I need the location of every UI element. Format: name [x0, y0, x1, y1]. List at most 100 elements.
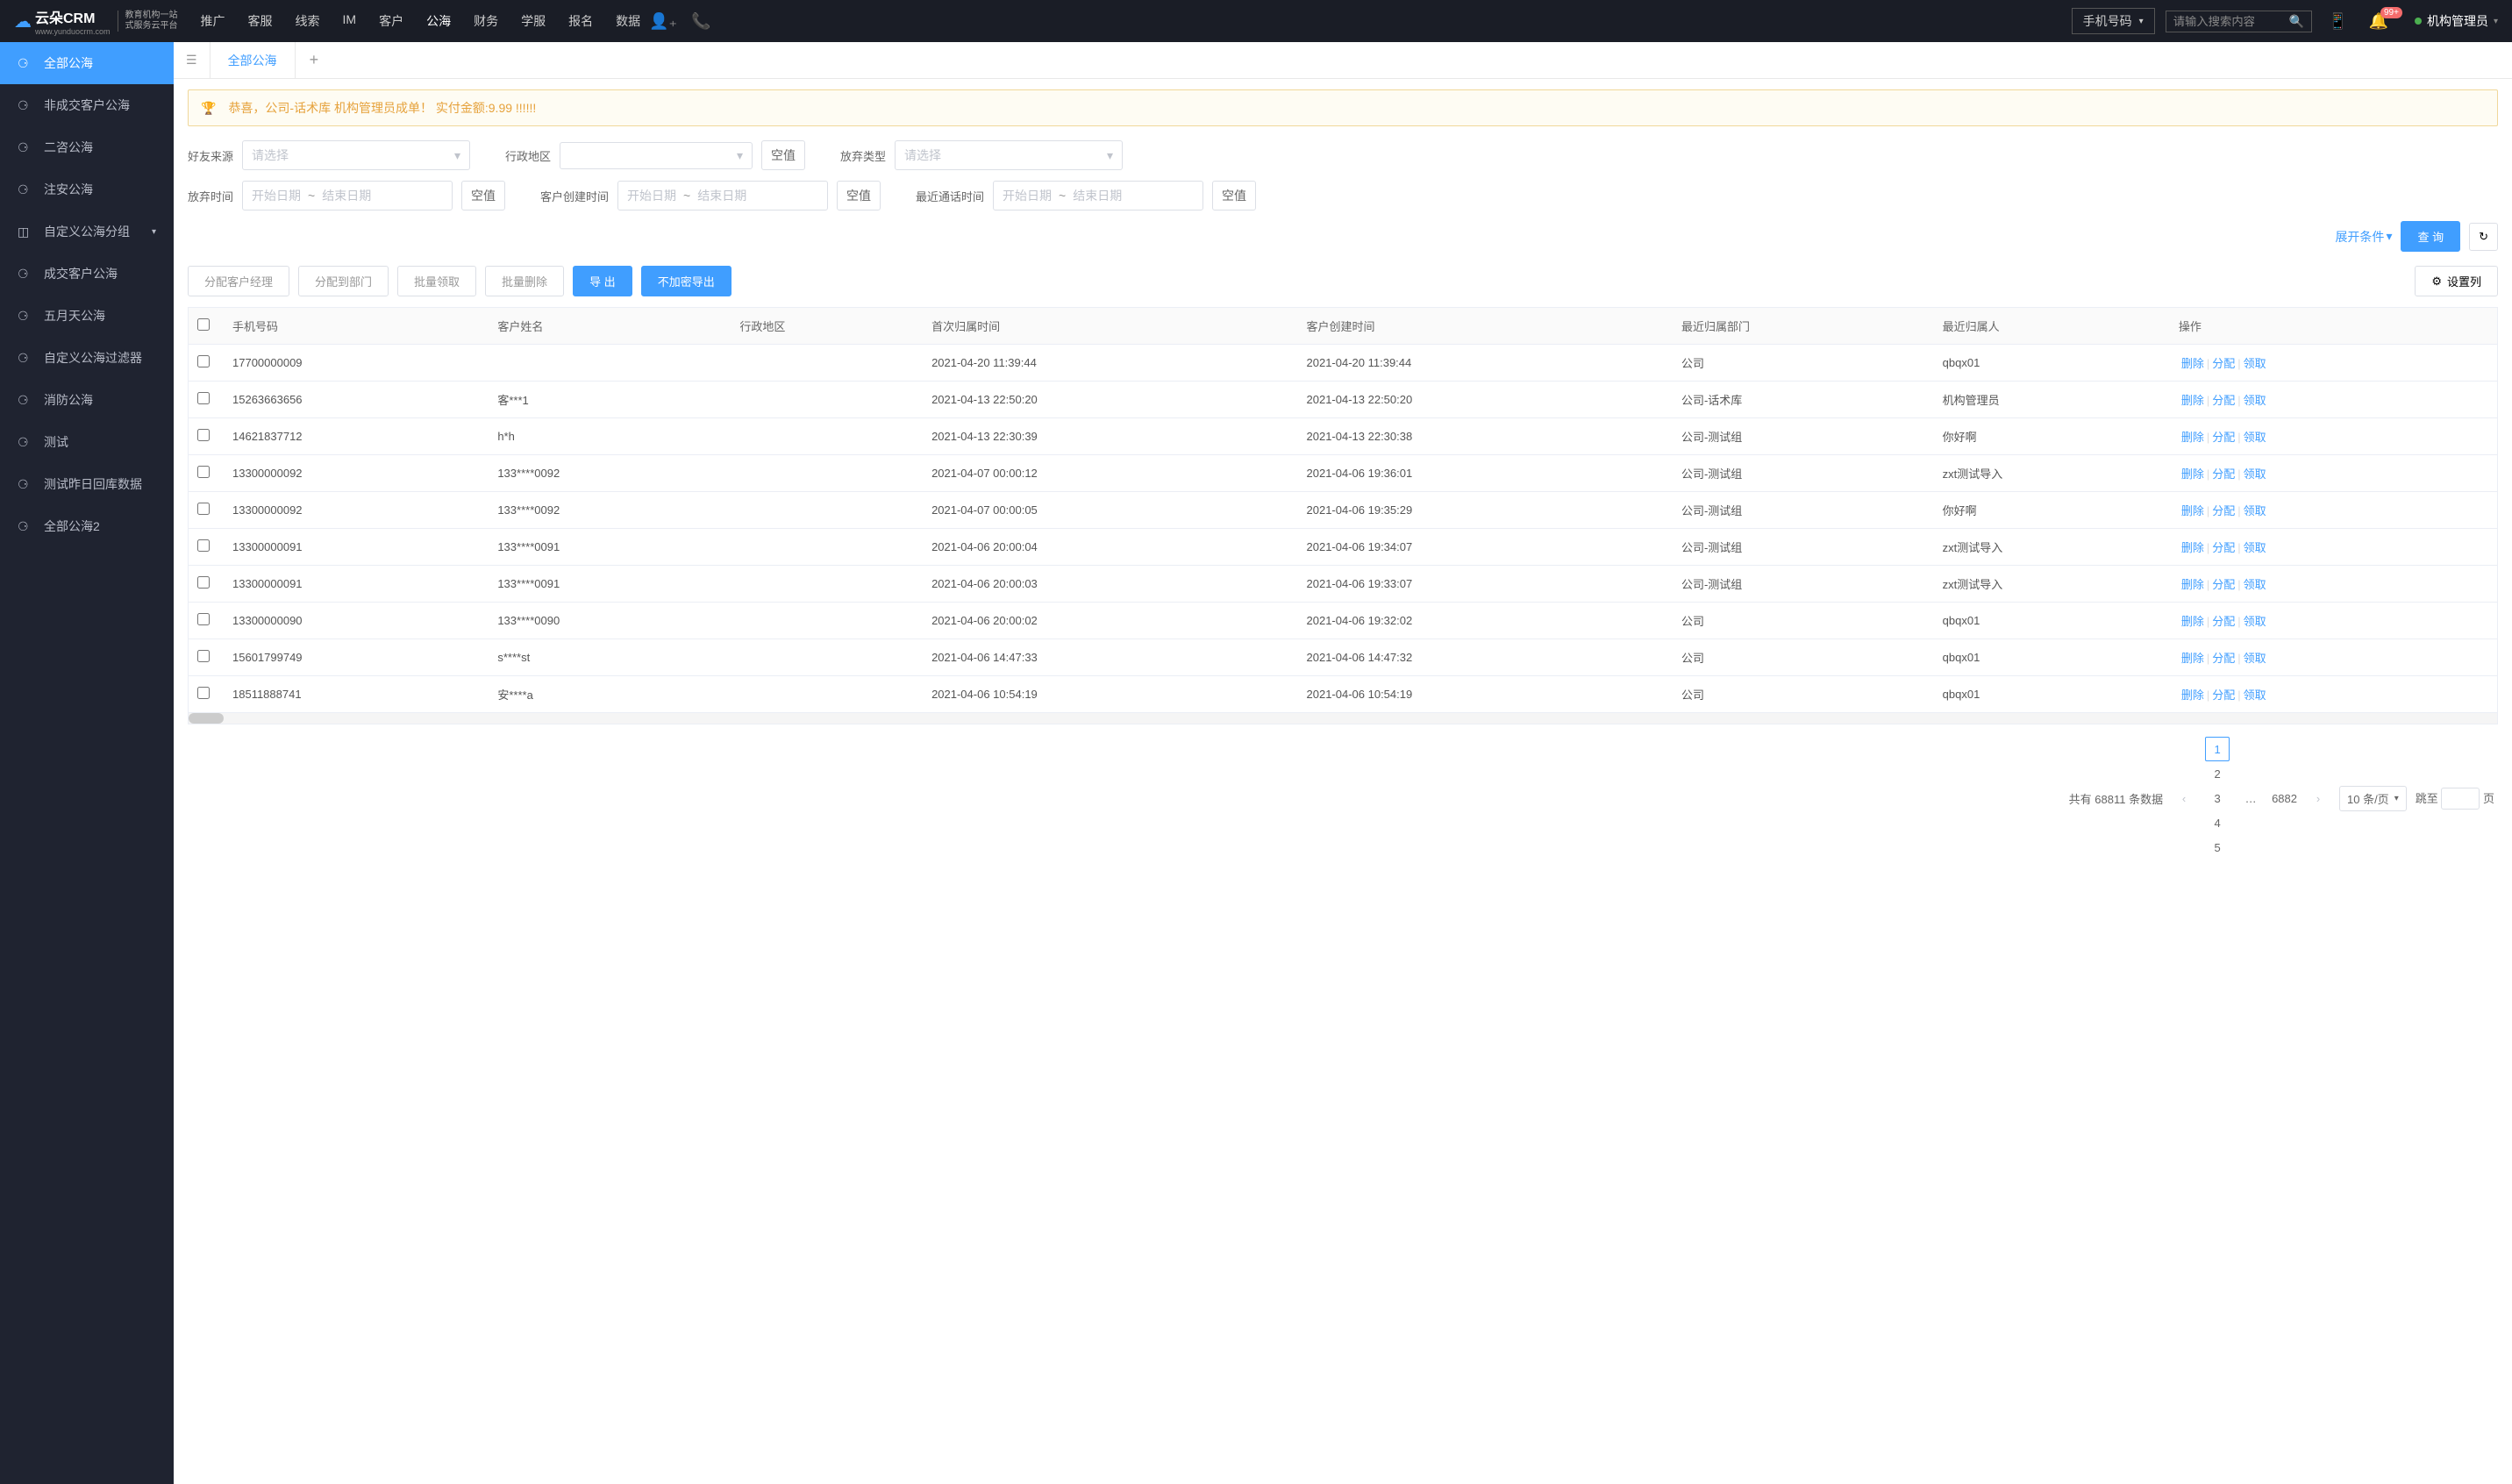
row-checkbox[interactable]: [197, 613, 210, 625]
page-jump-input[interactable]: [2441, 788, 2480, 810]
op-claim[interactable]: 领取: [2241, 541, 2269, 554]
page-last[interactable]: 6882: [2272, 786, 2297, 810]
column-settings-button[interactable]: ⚙设置列: [2415, 266, 2498, 296]
last-call-range[interactable]: 开始日期~结束日期: [993, 181, 1203, 210]
op-delete[interactable]: 删除: [2179, 688, 2207, 702]
op-assign[interactable]: 分配: [2209, 578, 2237, 591]
op-delete[interactable]: 删除: [2179, 467, 2207, 481]
assign-dept-button[interactable]: 分配到部门: [298, 266, 389, 296]
row-checkbox[interactable]: [197, 392, 210, 404]
batch-claim-button[interactable]: 批量领取: [397, 266, 476, 296]
op-assign[interactable]: 分配: [2209, 467, 2237, 481]
add-user-icon[interactable]: 👤₊: [642, 12, 684, 31]
nav-item-8[interactable]: 报名: [567, 9, 595, 33]
page-next[interactable]: ›: [2306, 786, 2330, 810]
sidebar-item-11[interactable]: ⚆全部公海2: [0, 505, 174, 547]
search-input[interactable]: [2166, 11, 2289, 32]
sidebar-item-8[interactable]: ⚆消防公海: [0, 379, 174, 421]
op-delete[interactable]: 删除: [2179, 541, 2207, 554]
phone-icon[interactable]: 📞: [684, 12, 717, 31]
row-checkbox[interactable]: [197, 576, 210, 589]
op-assign[interactable]: 分配: [2209, 688, 2237, 702]
nav-item-5[interactable]: 公海: [425, 9, 453, 33]
sidebar-item-4[interactable]: ◫自定义公海分组▾: [0, 210, 174, 253]
op-delete[interactable]: 删除: [2179, 431, 2207, 444]
select-all-checkbox[interactable]: [197, 318, 210, 331]
op-delete[interactable]: 删除: [2179, 394, 2207, 407]
nav-item-9[interactable]: 数据: [614, 9, 642, 33]
op-delete[interactable]: 删除: [2179, 615, 2207, 628]
sidebar-item-3[interactable]: ⚆注安公海: [0, 168, 174, 210]
nav-item-4[interactable]: 客户: [377, 9, 405, 33]
sidebar-item-2[interactable]: ⚆二咨公海: [0, 126, 174, 168]
sidebar-item-0[interactable]: ⚆全部公海: [0, 42, 174, 84]
page-2[interactable]: 2: [2205, 761, 2230, 786]
export-button[interactable]: 导 出: [573, 266, 632, 296]
last-call-empty-button[interactable]: 空值: [1212, 181, 1256, 210]
op-assign[interactable]: 分配: [2209, 541, 2237, 554]
page-1[interactable]: 1: [2205, 737, 2230, 761]
tab-add-button[interactable]: +: [296, 51, 333, 69]
row-checkbox[interactable]: [197, 355, 210, 367]
nav-item-2[interactable]: 线索: [294, 9, 322, 33]
page-size-select[interactable]: 10 条/页▾: [2339, 786, 2407, 811]
row-checkbox[interactable]: [197, 539, 210, 552]
op-assign[interactable]: 分配: [2209, 615, 2237, 628]
bell-icon[interactable]: 🔔99+: [2364, 12, 2394, 31]
sidebar-item-9[interactable]: ⚆测试: [0, 421, 174, 463]
assign-manager-button[interactable]: 分配客户经理: [188, 266, 289, 296]
op-claim[interactable]: 领取: [2241, 504, 2269, 517]
op-assign[interactable]: 分配: [2209, 652, 2237, 665]
op-claim[interactable]: 领取: [2241, 688, 2269, 702]
filter-source-select[interactable]: 请选择▾: [242, 140, 470, 170]
row-checkbox[interactable]: [197, 503, 210, 515]
op-assign[interactable]: 分配: [2209, 431, 2237, 444]
op-claim[interactable]: 领取: [2241, 578, 2269, 591]
row-checkbox[interactable]: [197, 650, 210, 662]
sidebar-item-6[interactable]: ⚆五月天公海: [0, 295, 174, 337]
filter-region-select[interactable]: ▾: [560, 142, 753, 169]
user-menu[interactable]: 机构管理员 ▾: [2415, 12, 2498, 30]
region-empty-button[interactable]: 空值: [761, 140, 805, 170]
abandon-time-range[interactable]: 开始日期~结束日期: [242, 181, 453, 210]
sidebar-item-7[interactable]: ⚆自定义公海过滤器: [0, 337, 174, 379]
op-delete[interactable]: 删除: [2179, 652, 2207, 665]
search-icon[interactable]: 🔍: [2289, 14, 2304, 29]
sidebar-item-1[interactable]: ⚆非成交客户公海: [0, 84, 174, 126]
filter-abandon-type-select[interactable]: 请选择▾: [895, 140, 1123, 170]
nav-item-7[interactable]: 学服: [519, 9, 547, 33]
batch-delete-button[interactable]: 批量删除: [485, 266, 564, 296]
op-delete[interactable]: 删除: [2179, 578, 2207, 591]
op-delete[interactable]: 删除: [2179, 504, 2207, 517]
page-5[interactable]: 5: [2205, 835, 2230, 860]
expand-filters-link[interactable]: 展开条件 ▾: [2335, 228, 2392, 246]
nav-item-6[interactable]: 财务: [472, 9, 500, 33]
op-claim[interactable]: 领取: [2241, 615, 2269, 628]
page-3[interactable]: 3: [2205, 786, 2230, 810]
create-time-range[interactable]: 开始日期~结束日期: [617, 181, 828, 210]
row-checkbox[interactable]: [197, 429, 210, 441]
sidebar-item-5[interactable]: ⚆成交客户公海: [0, 253, 174, 295]
abandon-time-empty-button[interactable]: 空值: [461, 181, 505, 210]
refresh-button[interactable]: ↻: [2469, 223, 2498, 251]
op-assign[interactable]: 分配: [2209, 357, 2237, 370]
row-checkbox[interactable]: [197, 687, 210, 699]
tabs-collapse-icon[interactable]: ☰: [174, 42, 211, 78]
page-4[interactable]: 4: [2205, 810, 2230, 835]
row-checkbox[interactable]: [197, 466, 210, 478]
nav-item-1[interactable]: 客服: [246, 9, 275, 33]
op-claim[interactable]: 领取: [2241, 652, 2269, 665]
op-claim[interactable]: 领取: [2241, 467, 2269, 481]
op-delete[interactable]: 删除: [2179, 357, 2207, 370]
op-assign[interactable]: 分配: [2209, 394, 2237, 407]
export-plain-button[interactable]: 不加密导出: [641, 266, 731, 296]
scroll-thumb[interactable]: [189, 713, 224, 724]
op-claim[interactable]: 领取: [2241, 357, 2269, 370]
tab-active[interactable]: 全部公海: [211, 42, 296, 78]
sidebar-item-10[interactable]: ⚆测试昨日回库数据: [0, 463, 174, 505]
horizontal-scrollbar[interactable]: [189, 713, 2497, 724]
page-prev[interactable]: ‹: [2172, 786, 2196, 810]
create-time-empty-button[interactable]: 空值: [837, 181, 881, 210]
nav-item-0[interactable]: 推广: [199, 9, 227, 33]
nav-item-3[interactable]: IM: [341, 9, 359, 33]
